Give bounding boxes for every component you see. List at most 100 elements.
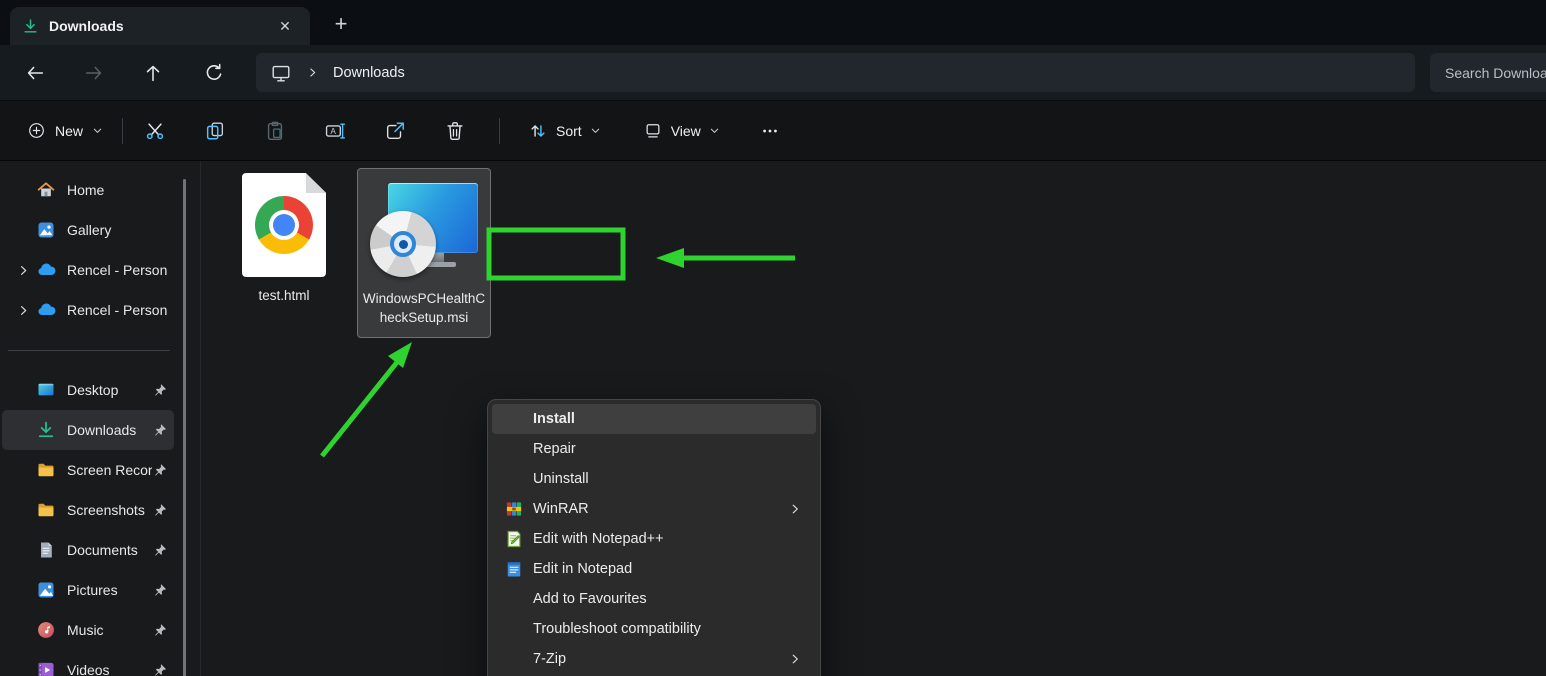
scissors-icon — [144, 120, 166, 142]
menu-item-repair[interactable]: Repair — [492, 434, 816, 464]
sidebar-item-home[interactable]: Home — [2, 170, 174, 210]
folder-icon — [36, 500, 56, 520]
back-button[interactable] — [20, 58, 50, 88]
tab-close-icon[interactable]: ✕ — [272, 13, 298, 39]
rename-button[interactable]: A — [315, 111, 355, 151]
view-button-label: View — [671, 123, 701, 139]
search-placeholder: Search Downloads — [1445, 65, 1546, 81]
pin-icon — [152, 382, 168, 398]
file-list-area: test.html WindowsPCHealthCheckSetup.msi … — [200, 161, 1546, 676]
pin-icon — [152, 662, 168, 676]
tab-strip: Downloads ✕ + — [0, 0, 1546, 45]
svg-text:A: A — [330, 127, 336, 136]
videos-icon — [36, 660, 56, 676]
onedrive-icon — [36, 300, 56, 320]
forward-button[interactable] — [79, 58, 109, 88]
winrar-icon — [504, 499, 524, 519]
chevron-down-icon — [92, 125, 103, 136]
this-pc-icon — [270, 62, 292, 84]
new-tab-button[interactable]: + — [326, 9, 356, 39]
breadcrumb-chevron-icon — [306, 66, 319, 79]
toolbar-divider — [122, 118, 123, 144]
chevron-right-icon[interactable] — [10, 264, 36, 277]
tab-title: Downloads — [49, 18, 262, 34]
pictures-icon — [36, 580, 56, 600]
menu-item-troubleshoot-compatibility[interactable]: Troubleshoot compatibility — [492, 614, 816, 644]
view-button[interactable]: View — [631, 112, 732, 150]
rename-icon: A — [324, 120, 346, 142]
up-button[interactable] — [138, 58, 168, 88]
file-explorer-window: Downloads ✕ + Downloads Search Dow — [0, 0, 1546, 676]
plus-circle-icon — [27, 121, 46, 140]
pin-icon — [152, 462, 168, 478]
desktop-icon — [36, 380, 56, 400]
file-name: WindowsPCHealthCheckSetup.msi — [360, 289, 488, 327]
paste-button[interactable] — [255, 111, 295, 151]
sidebar-item-music[interactable]: Music — [2, 610, 174, 650]
main-area: Home Gallery Rencel - Persona — [0, 160, 1546, 676]
sort-button[interactable]: Sort — [516, 112, 613, 150]
menu-item-add-to-favourites[interactable]: Add to Favourites — [492, 584, 816, 614]
sidebar: Home Gallery Rencel - Persona — [0, 161, 200, 676]
sidebar-item-screenshots[interactable]: Screenshots — [2, 490, 174, 530]
menu-item-install[interactable]: Install — [492, 404, 816, 434]
documents-icon — [36, 540, 56, 560]
file-name: test.html — [220, 286, 348, 305]
sidebar-item-desktop[interactable]: Desktop — [2, 370, 174, 410]
sort-button-label: Sort — [556, 123, 582, 139]
sidebar-item-gallery[interactable]: Gallery — [2, 210, 174, 250]
more-options-button[interactable] — [750, 111, 790, 151]
downloads-icon — [36, 420, 56, 440]
trash-icon — [444, 120, 466, 142]
breadcrumb-location[interactable]: Downloads — [333, 65, 405, 81]
menu-item-winrar[interactable]: WinRAR — [492, 494, 816, 524]
clipboard-icon — [264, 120, 286, 142]
tab-downloads[interactable]: Downloads ✕ — [10, 7, 310, 45]
submenu-chevron-icon — [788, 502, 802, 516]
menu-item-edit-in-notepad[interactable]: Edit in Notepad — [492, 554, 816, 584]
sort-icon — [528, 121, 548, 141]
refresh-button[interactable] — [199, 58, 229, 88]
chevron-down-icon — [709, 125, 720, 136]
new-button-label: New — [55, 123, 83, 139]
notepad-plus-plus-icon — [504, 529, 524, 549]
copy-icon — [204, 120, 226, 142]
menu-item-uninstall[interactable]: Uninstall — [492, 464, 816, 494]
chevron-right-icon[interactable] — [10, 304, 36, 317]
notepad-icon — [504, 559, 524, 579]
share-button[interactable] — [375, 111, 415, 151]
sidebar-scrollbar[interactable] — [183, 179, 186, 676]
file-windows-pc-health-check-msi[interactable]: WindowsPCHealthCheckSetup.msi — [357, 168, 491, 338]
delete-button[interactable] — [435, 111, 475, 151]
menu-item-edit-with-notepad-plus-plus[interactable]: Edit with Notepad++ — [492, 524, 816, 554]
sidebar-item-downloads[interactable]: Downloads — [2, 410, 174, 450]
address-bar[interactable]: Downloads — [256, 53, 1415, 92]
pin-icon — [152, 502, 168, 518]
copy-button[interactable] — [195, 111, 235, 151]
cut-button[interactable] — [135, 111, 175, 151]
sidebar-item-pictures[interactable]: Pictures — [2, 570, 174, 610]
pin-icon — [152, 542, 168, 558]
view-icon — [643, 121, 663, 141]
sidebar-item-onedrive-2[interactable]: Rencel - Persona — [2, 290, 174, 330]
chevron-down-icon — [590, 125, 601, 136]
sidebar-item-screen-recordings[interactable]: Screen Recor — [2, 450, 174, 490]
downloads-icon — [22, 18, 39, 35]
chrome-html-icon — [242, 173, 326, 277]
menu-item-7zip[interactable]: 7-Zip — [492, 644, 816, 674]
sidebar-divider — [0, 330, 200, 370]
submenu-chevron-icon — [788, 652, 802, 666]
sidebar-item-videos[interactable]: Videos — [2, 650, 174, 676]
toolbar-divider — [499, 118, 500, 144]
search-input[interactable]: Search Downloads — [1430, 53, 1546, 92]
ellipsis-icon — [760, 121, 780, 141]
msi-installer-icon — [368, 179, 480, 289]
new-button[interactable]: New — [14, 112, 116, 149]
file-test-html[interactable]: test.html — [234, 171, 334, 321]
sidebar-item-documents[interactable]: Documents — [2, 530, 174, 570]
music-icon — [36, 620, 56, 640]
sidebar-item-onedrive-1[interactable]: Rencel - Persona — [2, 250, 174, 290]
navigation-bar: Downloads Search Downloads — [0, 45, 1546, 100]
onedrive-icon — [36, 260, 56, 280]
pin-icon — [152, 622, 168, 638]
